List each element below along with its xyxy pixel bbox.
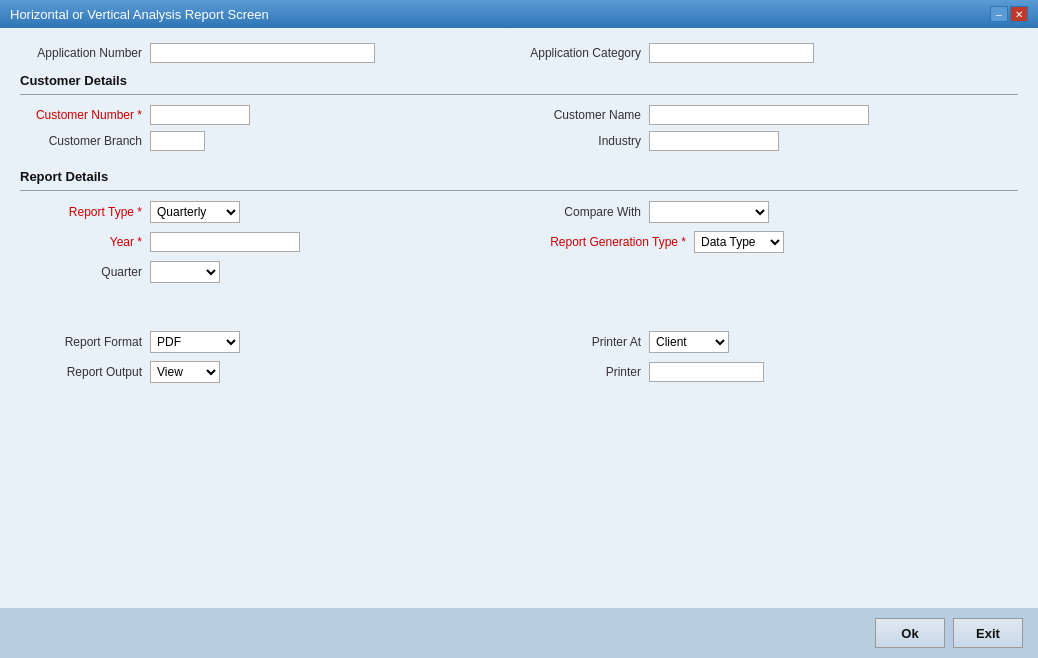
customer-divider: [20, 94, 1018, 95]
report-gen-type-field: Report Generation Type * Data Type Graph: [519, 231, 1018, 253]
app-category-label: Application Category: [519, 46, 649, 60]
customer-number-label: Customer Number *: [20, 108, 150, 122]
report-format-select[interactable]: PDF Excel RTF: [150, 331, 240, 353]
app-number-field: Application Number: [20, 43, 519, 63]
customer-section-header: Customer Details: [20, 73, 1018, 88]
year-row: Year * Report Generation Type * Data Typ…: [20, 231, 1018, 253]
close-button[interactable]: ✕: [1010, 6, 1028, 22]
app-number-input[interactable]: [150, 43, 375, 63]
customer-branch-field: Customer Branch: [20, 131, 519, 151]
printer-input[interactable]: [649, 362, 764, 382]
industry-field: Industry: [519, 131, 1018, 151]
app-category-input[interactable]: [649, 43, 814, 63]
customer-branch-label: Customer Branch: [20, 134, 150, 148]
window-title: Horizontal or Vertical Analysis Report S…: [10, 7, 269, 22]
report-type-label: Report Type *: [20, 205, 150, 219]
compare-with-label: Compare With: [519, 205, 649, 219]
quarter-field: Quarter Q1 Q2 Q3 Q4: [20, 261, 519, 283]
quarter-select[interactable]: Q1 Q2 Q3 Q4: [150, 261, 220, 283]
report-format-row: Report Format PDF Excel RTF Printer At C…: [20, 331, 1018, 353]
app-category-field: Application Category: [519, 43, 1018, 63]
customer-branch-row: Customer Branch Industry: [20, 131, 1018, 151]
report-type-row: Report Type * Quarterly Monthly Annually…: [20, 201, 1018, 223]
customer-number-row: Customer Number * Customer Name: [20, 105, 1018, 125]
customer-number-field: Customer Number *: [20, 105, 519, 125]
title-bar-buttons: – ✕: [990, 6, 1028, 22]
report-output-label: Report Output: [20, 365, 150, 379]
printer-at-select[interactable]: Client Server: [649, 331, 729, 353]
quarter-row: Quarter Q1 Q2 Q3 Q4: [20, 261, 1018, 283]
app-number-label: Application Number: [20, 46, 150, 60]
report-format-field: Report Format PDF Excel RTF: [20, 331, 519, 353]
printer-at-label: Printer At: [519, 335, 649, 349]
report-section-header: Report Details: [20, 169, 1018, 184]
customer-number-input[interactable]: [150, 105, 250, 125]
footer: Ok Exit: [0, 608, 1038, 658]
year-field: Year *: [20, 232, 519, 252]
report-output-field: Report Output View Print: [20, 361, 519, 383]
ok-button[interactable]: Ok: [875, 618, 945, 648]
title-bar: Horizontal or Vertical Analysis Report S…: [0, 0, 1038, 28]
customer-name-input[interactable]: [649, 105, 869, 125]
customer-name-field: Customer Name: [519, 105, 1018, 125]
customer-branch-input[interactable]: [150, 131, 205, 151]
report-output-row: Report Output View Print Printer: [20, 361, 1018, 383]
customer-name-label: Customer Name: [519, 108, 649, 122]
report-gen-type-label: Report Generation Type *: [519, 235, 694, 249]
exit-button[interactable]: Exit: [953, 618, 1023, 648]
spacer: [20, 291, 1018, 331]
content-area: Application Number Application Category …: [0, 28, 1038, 608]
printer-at-field: Printer At Client Server: [519, 331, 1018, 353]
industry-input[interactable]: [649, 131, 779, 151]
report-divider: [20, 190, 1018, 191]
report-type-select[interactable]: Quarterly Monthly Annually: [150, 201, 240, 223]
report-type-field: Report Type * Quarterly Monthly Annually: [20, 201, 519, 223]
report-format-label: Report Format: [20, 335, 150, 349]
compare-with-select[interactable]: Previous Year: [649, 201, 769, 223]
year-input[interactable]: [150, 232, 300, 252]
quarter-label: Quarter: [20, 265, 150, 279]
printer-field: Printer: [519, 362, 1018, 382]
main-window: Horizontal or Vertical Analysis Report S…: [0, 0, 1038, 658]
report-output-select[interactable]: View Print: [150, 361, 220, 383]
minimize-button[interactable]: –: [990, 6, 1008, 22]
application-row: Application Number Application Category: [20, 43, 1018, 63]
year-label: Year *: [20, 235, 150, 249]
report-gen-type-select[interactable]: Data Type Graph: [694, 231, 784, 253]
compare-with-field: Compare With Previous Year: [519, 201, 1018, 223]
printer-label: Printer: [519, 365, 649, 379]
industry-label: Industry: [519, 134, 649, 148]
